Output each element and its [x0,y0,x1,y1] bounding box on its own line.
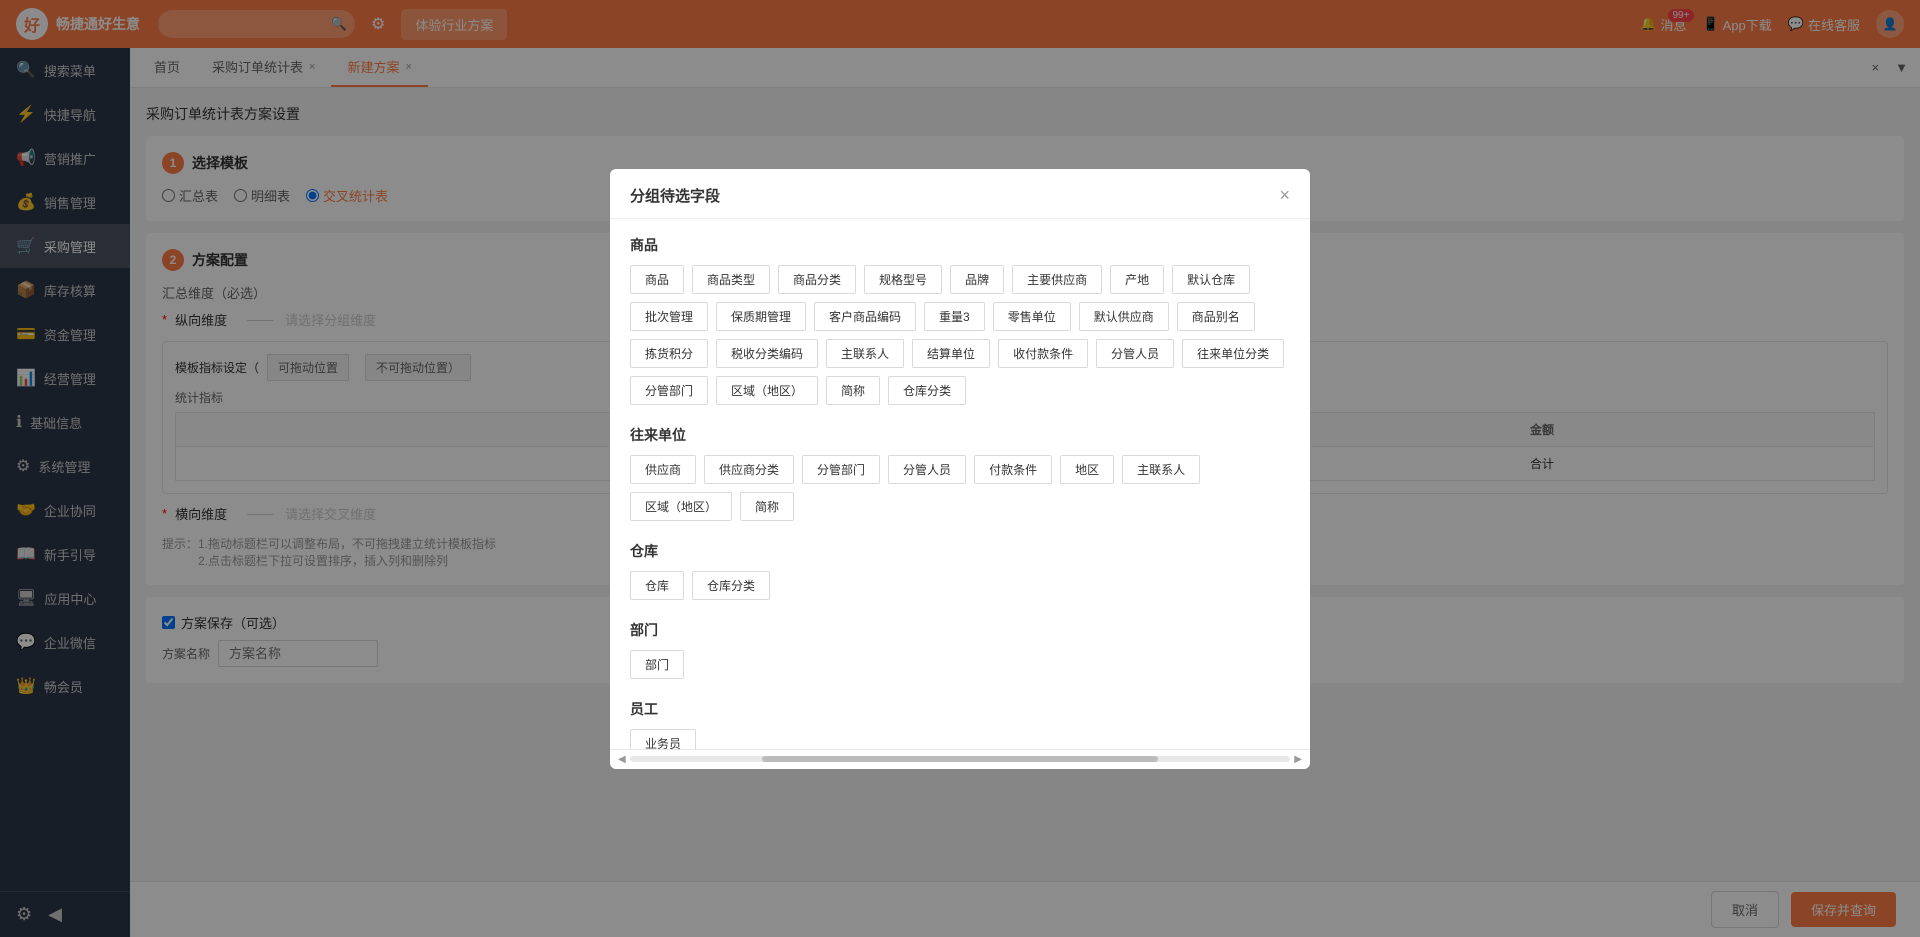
group-department-title: 部门 [630,620,1290,640]
dialog-body[interactable]: 商品 商品 商品类型 商品分类 规格型号 品牌 主要供应商 产地 默认仓库 批次… [610,219,1310,749]
field-chip[interactable]: 业务员 [630,729,696,749]
field-chip[interactable]: 拣货积分 [630,339,708,368]
group-employee: 员工 业务员 [630,699,1290,749]
field-chip[interactable]: 部门 [630,650,684,679]
field-chip[interactable]: 重量3 [924,302,985,331]
field-chip[interactable]: 批次管理 [630,302,708,331]
field-chip[interactable]: 结算单位 [912,339,990,368]
field-chip[interactable]: 分管部门 [630,376,708,405]
dialog-close-button[interactable]: × [1279,185,1290,206]
field-chip[interactable]: 分管部门 [802,455,880,484]
field-chip[interactable]: 商品类型 [692,265,770,294]
field-chip[interactable]: 区域（地区） [716,376,818,405]
field-chip[interactable]: 商品 [630,265,684,294]
group-warehouse-fields: 仓库 仓库分类 [630,571,1290,600]
h-scroll-thumb[interactable] [762,756,1158,762]
h-scroll-right-arrow[interactable]: ▶ [1294,754,1302,765]
field-chip[interactable]: 规格型号 [864,265,942,294]
group-employee-title: 员工 [630,699,1290,719]
field-chip[interactable]: 产地 [1110,265,1164,294]
field-chip[interactable]: 地区 [1060,455,1114,484]
field-chip[interactable]: 供应商分类 [704,455,794,484]
field-chip[interactable]: 零售单位 [993,302,1071,331]
group-product-title: 商品 [630,235,1290,255]
field-chip[interactable]: 仓库 [630,571,684,600]
group-partner: 往来单位 供应商 供应商分类 分管部门 分管人员 付款条件 地区 主联系人 区域… [630,425,1290,521]
field-chip[interactable]: 分管人员 [1096,339,1174,368]
field-chip[interactable]: 品牌 [950,265,1004,294]
field-chip[interactable]: 默认供应商 [1079,302,1169,331]
field-chip[interactable]: 客户商品编码 [814,302,916,331]
group-partner-fields: 供应商 供应商分类 分管部门 分管人员 付款条件 地区 主联系人 区域（地区） … [630,455,1290,521]
dialog-header: 分组待选字段 × [610,169,1310,219]
field-chip[interactable]: 简称 [740,492,794,521]
field-chip[interactable]: 仓库分类 [692,571,770,600]
field-chip[interactable]: 简称 [826,376,880,405]
modal-overlay: 分组待选字段 × 商品 商品 商品类型 商品分类 规格型号 品牌 主要供应商 产… [0,0,1920,937]
h-scroll-track[interactable] [630,756,1291,762]
field-chip[interactable]: 仓库分类 [888,376,966,405]
field-chip[interactable]: 供应商 [630,455,696,484]
group-warehouse: 仓库 仓库 仓库分类 [630,541,1290,600]
group-product: 商品 商品 商品类型 商品分类 规格型号 品牌 主要供应商 产地 默认仓库 批次… [630,235,1290,405]
field-chip[interactable]: 默认仓库 [1172,265,1250,294]
group-partner-title: 往来单位 [630,425,1290,445]
group-department: 部门 部门 [630,620,1290,679]
group-warehouse-title: 仓库 [630,541,1290,561]
field-chip[interactable]: 收付款条件 [998,339,1088,368]
dialog-title: 分组待选字段 [630,185,720,206]
group-product-fields: 商品 商品类型 商品分类 规格型号 品牌 主要供应商 产地 默认仓库 批次管理 … [630,265,1290,405]
dialog-h-scrollbar[interactable]: ◀ ▶ [610,749,1310,769]
field-chip[interactable]: 往来单位分类 [1182,339,1284,368]
field-chip[interactable]: 商品别名 [1177,302,1255,331]
field-chip[interactable]: 税收分类编码 [716,339,818,368]
field-chip[interactable]: 主要供应商 [1012,265,1102,294]
field-chip[interactable]: 保质期管理 [716,302,806,331]
field-chip[interactable]: 分管人员 [888,455,966,484]
field-chip[interactable]: 主联系人 [826,339,904,368]
field-chip[interactable]: 付款条件 [974,455,1052,484]
group-department-fields: 部门 [630,650,1290,679]
group-employee-fields: 业务员 [630,729,1290,749]
h-scroll-left-arrow[interactable]: ◀ [618,754,626,765]
field-chip[interactable]: 商品分类 [778,265,856,294]
dialog: 分组待选字段 × 商品 商品 商品类型 商品分类 规格型号 品牌 主要供应商 产… [610,169,1310,769]
field-chip[interactable]: 主联系人 [1122,455,1200,484]
field-chip[interactable]: 区域（地区） [630,492,732,521]
